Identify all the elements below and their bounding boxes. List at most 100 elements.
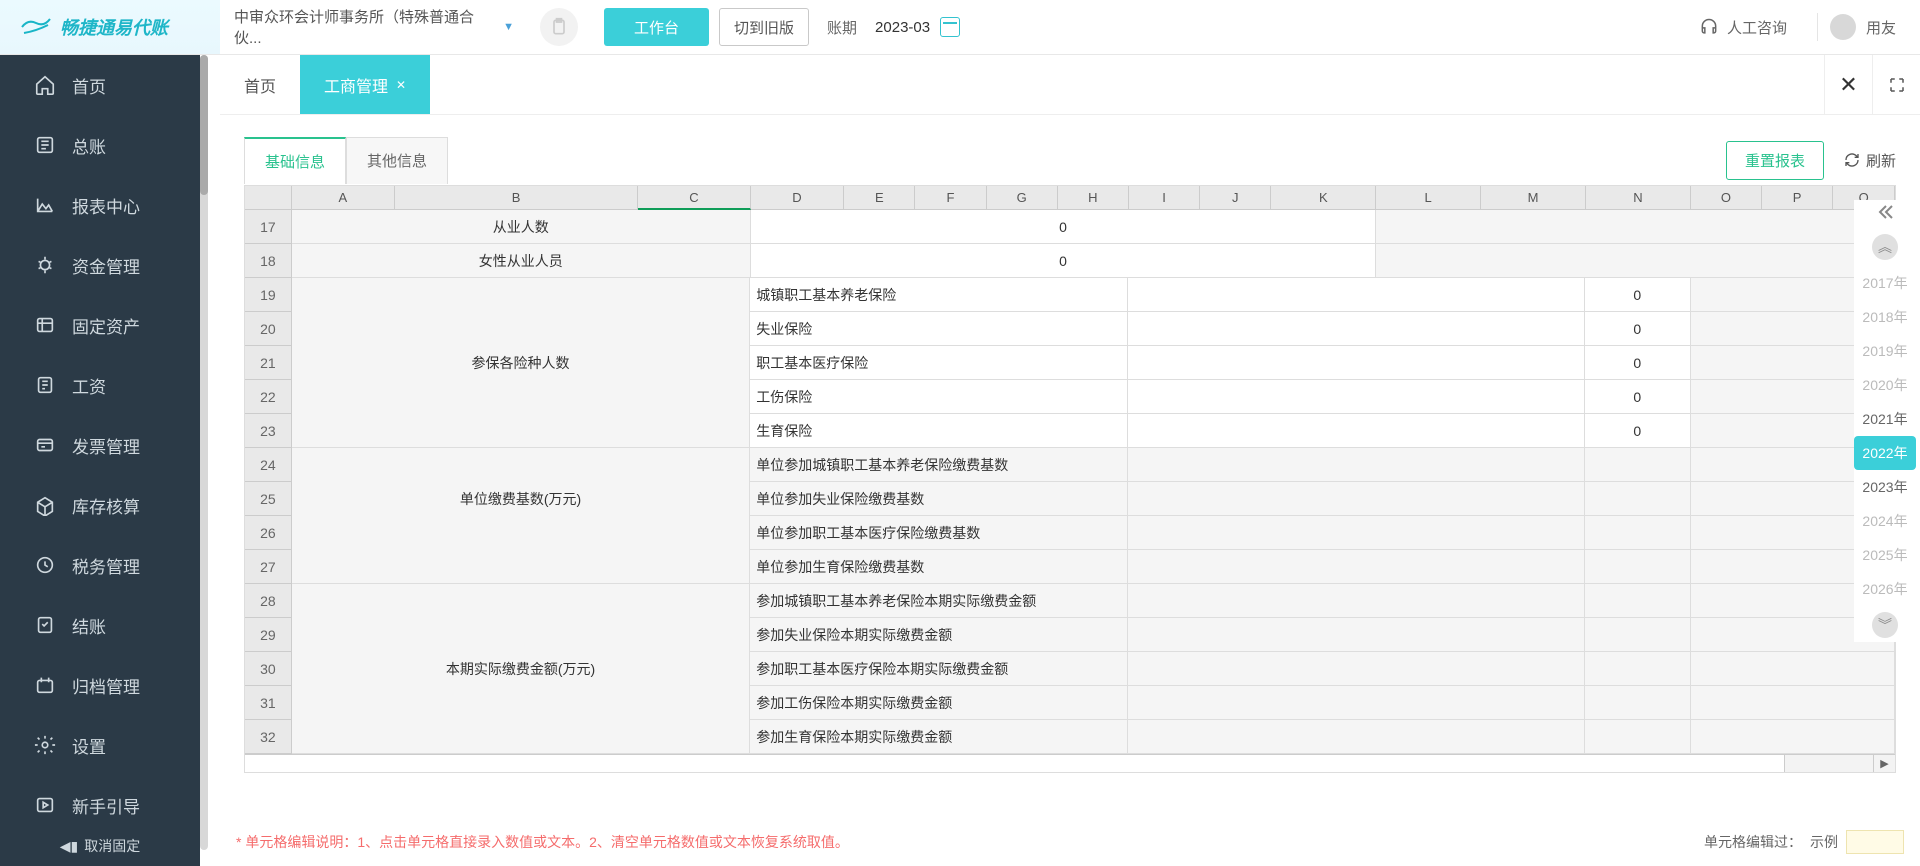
cell-label[interactable]: 单位参加失业保险缴费基数 — [750, 482, 1128, 516]
close-tab-button[interactable]: ✕ — [1824, 55, 1872, 114]
row-head[interactable]: 23 — [245, 414, 292, 448]
year-up-icon[interactable]: ︽ — [1872, 234, 1898, 260]
cell-value[interactable] — [1585, 516, 1690, 550]
col-head-J[interactable]: J — [1200, 186, 1271, 210]
col-head-O[interactable]: O — [1691, 186, 1762, 210]
cell[interactable] — [1376, 244, 1895, 278]
cell-value[interactable]: 0 — [751, 210, 1376, 244]
row-head[interactable]: 18 — [245, 244, 292, 278]
cell[interactable] — [1128, 346, 1585, 380]
cell-value[interactable]: 0 — [1585, 346, 1690, 380]
sub-tab-0[interactable]: 基础信息 — [244, 137, 346, 184]
col-head-C[interactable]: C — [638, 186, 750, 210]
col-head-P[interactable]: P — [1762, 186, 1833, 210]
cell-value[interactable] — [1585, 720, 1690, 754]
cell-group[interactable]: 参保各险种人数 — [292, 346, 751, 380]
sidebar-scrollbar[interactable] — [200, 55, 208, 850]
cell[interactable] — [1128, 686, 1585, 720]
fullscreen-icon[interactable] — [1872, 55, 1920, 114]
cell-group[interactable] — [292, 720, 751, 754]
col-head-I[interactable]: I — [1129, 186, 1200, 210]
cell-value[interactable] — [1585, 448, 1690, 482]
cell-group[interactable]: 本期实际缴费金额(万元) — [292, 652, 751, 686]
cell-group[interactable] — [292, 414, 751, 448]
tab-0[interactable]: 首页 — [220, 55, 300, 114]
row-head[interactable]: 22 — [245, 380, 292, 414]
cell-label[interactable]: 参加生育保险本期实际缴费金额 — [750, 720, 1128, 754]
row-head[interactable]: 19 — [245, 278, 292, 312]
close-icon[interactable]: ✕ — [396, 78, 406, 92]
year-2021年[interactable]: 2021年 — [1854, 402, 1915, 436]
cell-group[interactable] — [292, 448, 751, 482]
row-head[interactable]: 17 — [245, 210, 292, 244]
row-head[interactable]: 27 — [245, 550, 292, 584]
cell-group[interactable] — [292, 278, 751, 312]
cell[interactable] — [1128, 312, 1585, 346]
cell-label[interactable]: 参加工伤保险本期实际缴费金额 — [750, 686, 1128, 720]
cell-value[interactable]: 0 — [1585, 312, 1690, 346]
cell-label[interactable]: 女性从业人员 — [292, 244, 751, 278]
cell-group[interactable] — [292, 380, 751, 414]
cell-value[interactable]: 0 — [751, 244, 1376, 278]
sidebar-item-11[interactable]: 设置 — [0, 715, 200, 775]
cell-label[interactable]: 从业人数 — [292, 210, 751, 244]
cell-group[interactable] — [292, 516, 751, 550]
switch-old-version-button[interactable]: 切到旧版 — [719, 8, 809, 46]
clipboard-icon[interactable] — [540, 8, 578, 46]
col-head-L[interactable]: L — [1376, 186, 1481, 210]
period-value[interactable]: 2023-03 — [875, 19, 930, 36]
cell[interactable] — [1128, 618, 1585, 652]
cell-value[interactable] — [1585, 686, 1690, 720]
reset-report-button[interactable]: 重置报表 — [1726, 141, 1824, 180]
col-head-A[interactable]: A — [292, 186, 395, 210]
cell[interactable] — [1691, 720, 1895, 754]
sheet-corner[interactable] — [245, 186, 292, 210]
cell-value[interactable]: 0 — [1585, 278, 1690, 312]
row-head[interactable]: 29 — [245, 618, 292, 652]
cell-value[interactable]: 0 — [1585, 414, 1690, 448]
calendar-icon[interactable] — [940, 17, 960, 37]
cell[interactable] — [1128, 720, 1585, 754]
row-head[interactable]: 24 — [245, 448, 292, 482]
cell-group[interactable] — [292, 584, 751, 618]
cell-label[interactable]: 单位参加城镇职工基本养老保险缴费基数 — [750, 448, 1128, 482]
cell[interactable] — [1128, 278, 1585, 312]
row-head[interactable]: 31 — [245, 686, 292, 720]
col-head-F[interactable]: F — [915, 186, 986, 210]
col-head-E[interactable]: E — [844, 186, 915, 210]
sidebar-item-3[interactable]: 资金管理 — [0, 235, 200, 295]
tab-1[interactable]: 工商管理✕ — [300, 55, 430, 114]
cell-value[interactable] — [1585, 652, 1690, 686]
sidebar-item-5[interactable]: 工资 — [0, 355, 200, 415]
col-head-M[interactable]: M — [1481, 186, 1586, 210]
unpin-button[interactable]: ◀▮ 取消固定 — [0, 832, 200, 860]
sidebar-item-10[interactable]: 归档管理 — [0, 655, 200, 715]
sidebar-item-7[interactable]: 库存核算 — [0, 475, 200, 535]
year-down-icon[interactable]: ︾ — [1872, 612, 1898, 638]
scroll-right-icon[interactable]: ▶ — [1873, 755, 1895, 772]
col-head-H[interactable]: H — [1058, 186, 1129, 210]
cell-label[interactable]: 失业保险 — [750, 312, 1128, 346]
cell[interactable] — [1128, 550, 1585, 584]
cell[interactable] — [1128, 584, 1585, 618]
cell[interactable] — [1128, 482, 1585, 516]
collapse-left-icon[interactable] — [1873, 200, 1897, 224]
row-head[interactable]: 30 — [245, 652, 292, 686]
cell-label[interactable]: 单位参加职工基本医疗保险缴费基数 — [750, 516, 1128, 550]
col-head-G[interactable]: G — [987, 186, 1058, 210]
sidebar-item-8[interactable]: 税务管理 — [0, 535, 200, 595]
year-2023年[interactable]: 2023年 — [1854, 470, 1915, 504]
cell-label[interactable]: 参加职工基本医疗保险本期实际缴费金额 — [750, 652, 1128, 686]
cell[interactable] — [1128, 448, 1585, 482]
sidebar-item-2[interactable]: 报表中心 — [0, 175, 200, 235]
cell-label[interactable]: 工伤保险 — [750, 380, 1128, 414]
sub-tab-1[interactable]: 其他信息 — [346, 137, 448, 184]
sidebar-item-9[interactable]: 结账 — [0, 595, 200, 655]
year-2022年[interactable]: 2022年 — [1854, 436, 1915, 470]
sidebar-item-6[interactable]: 发票管理 — [0, 415, 200, 475]
sidebar-item-12[interactable]: 新手引导 — [0, 775, 200, 835]
row-head[interactable]: 32 — [245, 720, 292, 754]
row-head[interactable]: 21 — [245, 346, 292, 380]
cell-label[interactable]: 生育保险 — [750, 414, 1128, 448]
cell[interactable] — [1691, 652, 1895, 686]
